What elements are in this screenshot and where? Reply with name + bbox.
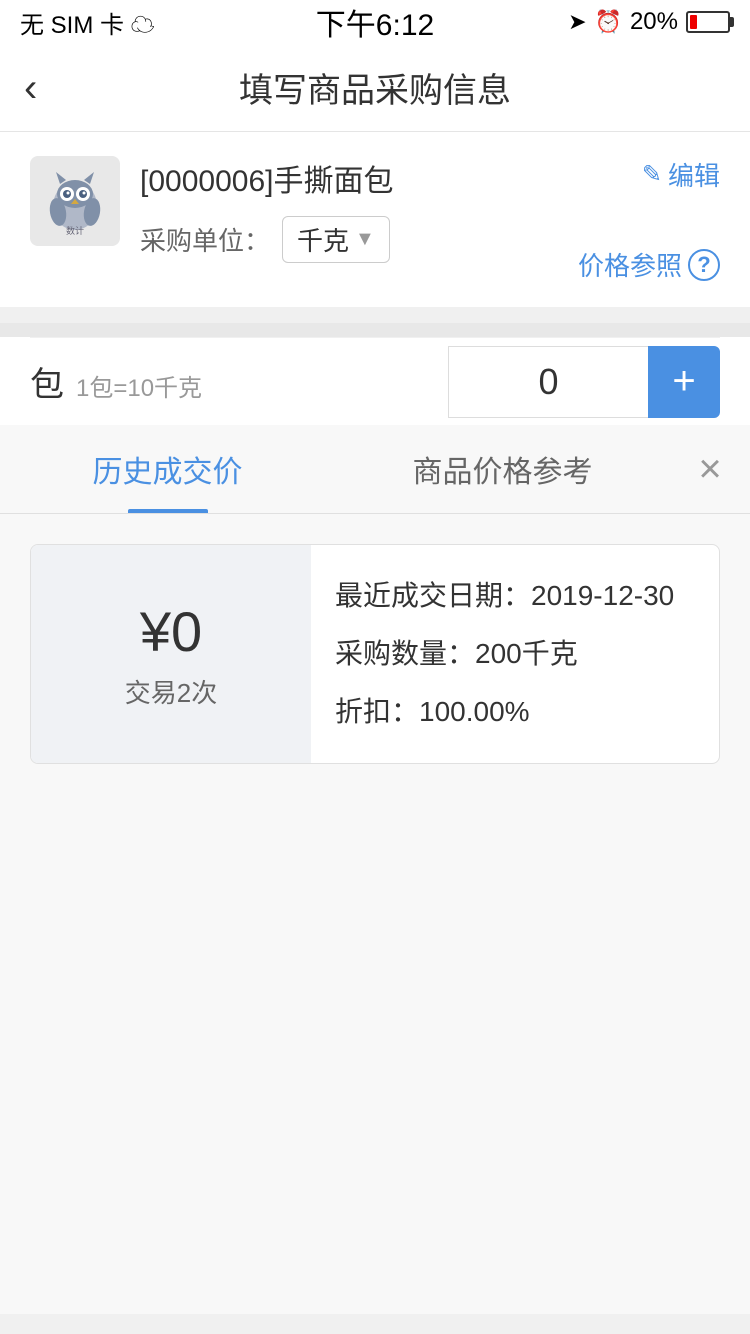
recent-date-value: 2019-12-30 xyxy=(531,580,674,611)
tab-price-ref-label: 商品价格参考 xyxy=(413,447,593,491)
edit-link[interactable]: ✎ 编辑 xyxy=(642,156,720,193)
unit-dropdown-arrow: ▼ xyxy=(355,228,375,251)
owl-icon: 数计 xyxy=(40,166,110,236)
unit-selector[interactable]: 千克 ▼ xyxy=(282,216,390,263)
tabs-bar: 历史成交价 商品价格参考 × xyxy=(0,425,750,514)
history-price-panel: ¥0 交易2次 xyxy=(31,545,311,763)
history-transaction-count: 交易2次 xyxy=(125,673,217,710)
history-content: ¥0 交易2次 最近成交日期：2019-12-30 采购数量：200千克 折扣：… xyxy=(0,514,750,914)
tab-history-label: 历史成交价 xyxy=(93,447,243,491)
unit-label: 采购单位： xyxy=(140,221,270,258)
status-left: 无 SIM 卡 ☁ xyxy=(20,5,155,40)
back-button[interactable]: ‹ xyxy=(24,68,37,108)
alarm-icon: ⏰ xyxy=(595,9,622,35)
discount-value: 100.00% xyxy=(419,696,530,727)
quantity-section: 包 1包=10千克 0 + xyxy=(0,337,750,425)
recent-date-label: 最近成交日期： xyxy=(335,580,531,611)
status-time: 下午6:12 xyxy=(316,0,434,44)
tab-history-price[interactable]: 历史成交价 xyxy=(0,425,335,513)
close-button[interactable]: × xyxy=(670,425,750,513)
purchase-qty-row: 采购数量：200千克 xyxy=(335,633,695,675)
qty-unit-label: 包 xyxy=(30,357,64,406)
battery-percent: 20% xyxy=(630,8,678,36)
product-thumbnail: 数计 xyxy=(30,156,120,246)
empty-space xyxy=(0,914,750,1314)
discount-label: 折扣： xyxy=(335,696,419,727)
sim-label: 无 SIM 卡 ☁ xyxy=(20,5,155,40)
quantity-input[interactable]: 0 xyxy=(448,346,648,418)
section-divider xyxy=(0,323,750,337)
quantity-label-group: 包 1包=10千克 xyxy=(30,357,202,406)
svg-text:数计: 数计 xyxy=(66,225,84,236)
recent-date-row: 最近成交日期：2019-12-30 xyxy=(335,575,695,617)
quantity-row: 包 1包=10千克 0 + xyxy=(30,337,720,425)
tab-price-reference[interactable]: 商品价格参考 xyxy=(335,425,670,513)
edit-icon: ✎ xyxy=(642,160,662,189)
purchase-qty-label: 采购数量： xyxy=(335,638,475,669)
status-right: ➤ ⏰ 20% xyxy=(568,8,730,36)
quantity-controls: 0 + xyxy=(448,346,720,418)
price-ref-link[interactable]: 价格参照 ? xyxy=(578,246,720,283)
price-ref-label: 价格参照 xyxy=(578,246,682,283)
tab-underline xyxy=(128,509,208,513)
nav-bar: ‹ 填写商品采购信息 xyxy=(0,44,750,132)
purchase-qty-value: 200千克 xyxy=(475,638,578,669)
history-detail-panel: 最近成交日期：2019-12-30 采购数量：200千克 折扣：100.00% xyxy=(311,545,719,763)
history-card: ¥0 交易2次 最近成交日期：2019-12-30 采购数量：200千克 折扣：… xyxy=(30,544,720,764)
qty-conversion-label: 1包=10千克 xyxy=(76,368,202,403)
nav-arrow-icon: ➤ xyxy=(568,9,586,35)
history-price-value: ¥0 xyxy=(140,598,202,665)
edit-label: 编辑 xyxy=(668,156,720,193)
product-id-name: [0000006]手撕面包 xyxy=(140,156,720,200)
battery-indicator xyxy=(686,11,730,33)
page-title: 填写商品采购信息 xyxy=(239,63,511,112)
status-bar: 无 SIM 卡 ☁ 下午6:12 ➤ ⏰ 20% xyxy=(0,0,750,44)
quantity-plus-button[interactable]: + xyxy=(648,346,720,418)
help-circle-icon: ? xyxy=(688,249,720,281)
unit-value: 千克 xyxy=(297,221,349,258)
product-card: 数计 [0000006]手撕面包 采购单位： 千克 ▼ ✎ 编辑 价格参照 ? xyxy=(0,132,750,307)
discount-row: 折扣：100.00% xyxy=(335,691,695,733)
